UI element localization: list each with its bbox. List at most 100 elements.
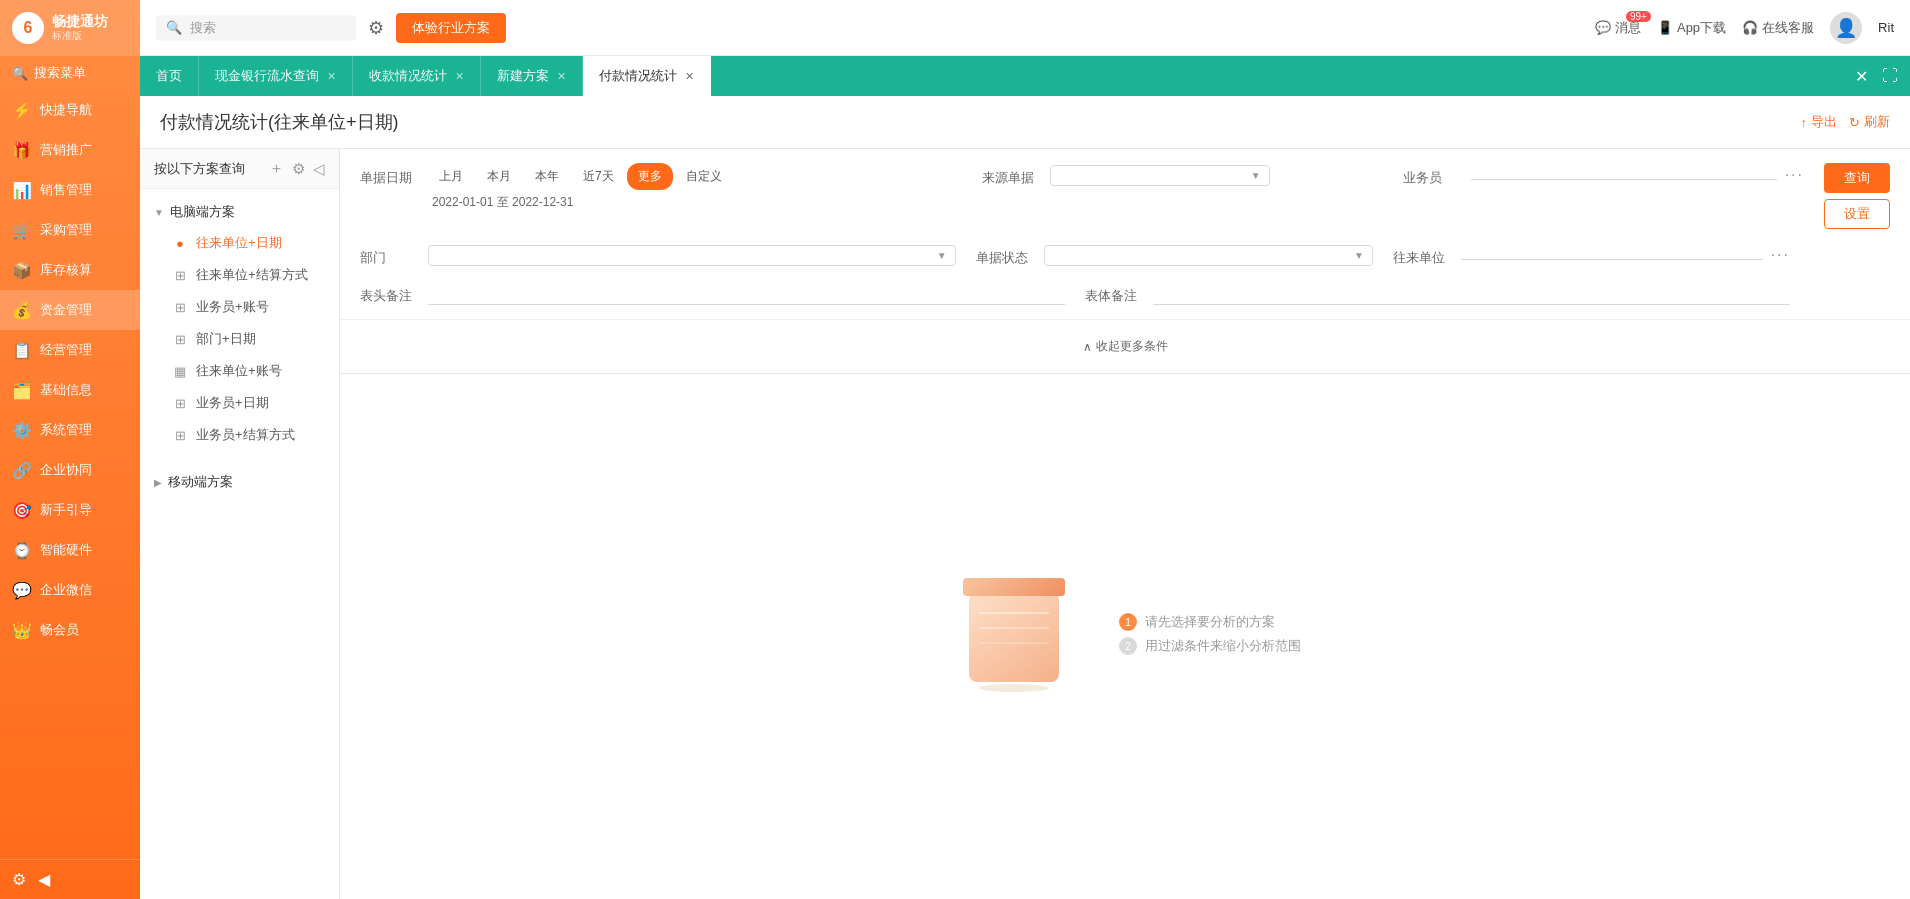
tab-payment[interactable]: 付款情况统计 ✕ (583, 56, 711, 96)
sidebar-item-wechat[interactable]: 💬 企业微信 (0, 570, 140, 610)
scheme-item-salesperson-date[interactable]: ⊞ 业务员+日期 (140, 387, 339, 419)
scheme-settings-icon[interactable]: ⚙ (292, 160, 305, 178)
tab-close-bank-flow[interactable]: ✕ (327, 70, 336, 83)
date-btn-this-month[interactable]: 本月 (476, 163, 522, 190)
app-icon: 📱 (1657, 20, 1673, 35)
enterprise-icon: 🔗 (12, 460, 32, 480)
topbar-settings-icon[interactable]: ⚙ (368, 17, 384, 39)
scheme-item-bar-icon: ▦ (172, 363, 188, 379)
sidebar-item-purchase[interactable]: 🛒 采购管理 (0, 210, 140, 250)
sidebar-item-sales[interactable]: 📊 销售管理 (0, 170, 140, 210)
topbar-search[interactable]: 🔍 搜索 (156, 15, 356, 41)
tab-expand-icon[interactable]: ⛶ (1878, 63, 1902, 89)
sidebar-settings-icon[interactable]: ⚙ (12, 870, 26, 889)
scheme-panel-title: 按以下方案查询 (154, 160, 245, 178)
tab-close-payment[interactable]: ✕ (685, 70, 694, 83)
dept-select[interactable]: ▼ (428, 245, 956, 266)
app-download-button[interactable]: 📱 App下载 (1657, 19, 1726, 37)
date-btn-7days[interactable]: 近7天 (572, 163, 625, 190)
status-select[interactable]: ▼ (1044, 245, 1373, 266)
collapse-row: ∧ 收起更多条件 (340, 319, 1910, 373)
data-area: 单据日期 上月 本月 本年 近7天 更多 自定义 20 (340, 149, 1910, 899)
scheme-collapse-icon[interactable]: ◁ (313, 160, 325, 178)
scheme-item-salesperson-settlement[interactable]: ⊞ 业务员+结算方式 (140, 419, 339, 451)
salesperson-input[interactable] (1471, 171, 1777, 180)
operations-icon: 📋 (12, 340, 32, 360)
empty-hint-2: 2 用过滤条件来缩小分析范围 (1119, 637, 1301, 655)
user-avatar[interactable]: 👤 (1830, 12, 1862, 44)
collapse-button[interactable]: ∧ 收起更多条件 (1083, 330, 1168, 363)
table-header-input[interactable] (428, 281, 1065, 305)
support-icon: 🎧 (1742, 20, 1758, 35)
pc-group-header[interactable]: ▼ 电脑端方案 (140, 197, 339, 227)
guide-icon: 🎯 (12, 500, 32, 520)
content-body: 按以下方案查询 ＋ ⚙ ◁ ▼ 电脑端方案 ● 往来单位+日期 ⊞ (140, 149, 1910, 899)
tab-collection[interactable]: 收款情况统计 ✕ (353, 56, 481, 96)
source-select[interactable]: ▼ (1050, 165, 1270, 186)
scheme-item-dept-date[interactable]: ⊞ 部门+日期 (140, 323, 339, 355)
hint-num-2: 2 (1119, 637, 1137, 655)
tab-close-collection[interactable]: ✕ (455, 70, 464, 83)
table-body-input[interactable] (1153, 281, 1790, 305)
scheme-item-grid-icon-4: ⊞ (172, 395, 188, 411)
hardware-icon: ⌚ (12, 540, 32, 560)
tab-close-new-scheme[interactable]: ✕ (557, 70, 566, 83)
topbar-search-icon: 🔍 (166, 20, 182, 35)
sidebar-item-system[interactable]: ⚙️ 系统管理 (0, 410, 140, 450)
scheme-item-grid-icon-2: ⊞ (172, 299, 188, 315)
export-button[interactable]: ↑ 导出 (1801, 113, 1838, 131)
sidebar-item-member[interactable]: 👑 畅会员 (0, 610, 140, 650)
page-title: 付款情况统计(往来单位+日期) (160, 110, 399, 134)
wechat-icon: 💬 (12, 580, 32, 600)
sidebar-item-marketing[interactable]: 🎁 营销推广 (0, 130, 140, 170)
mobile-group-header[interactable]: ▶ 移动端方案 (140, 467, 339, 497)
sidebar-item-guide[interactable]: 🎯 新手引导 (0, 490, 140, 530)
scheme-add-icon[interactable]: ＋ (269, 159, 284, 178)
tab-close-all-icon[interactable]: ✕ (1851, 63, 1872, 90)
sidebar-item-operations[interactable]: 📋 经营管理 (0, 330, 140, 370)
sidebar-item-hardware[interactable]: ⌚ 智能硬件 (0, 530, 140, 570)
empty-hints: 1 请先选择要分析的方案 2 用过滤条件来缩小分析范围 (1119, 613, 1301, 661)
online-support-button[interactable]: 🎧 在线客服 (1742, 19, 1814, 37)
date-btn-custom[interactable]: 自定义 (675, 163, 733, 190)
salesperson-dots-icon[interactable]: ··· (1785, 166, 1804, 184)
scheme-item-grid-icon-1: ⊞ (172, 267, 188, 283)
dept-arrow-icon: ▼ (937, 250, 947, 261)
sidebar-item-quick-nav[interactable]: ⚡ 快捷导航 (0, 90, 140, 130)
sidebar-collapse-icon[interactable]: ◀ (38, 870, 50, 889)
message-button[interactable]: 💬 消息 99+ (1595, 19, 1641, 37)
date-btn-this-year[interactable]: 本年 (524, 163, 570, 190)
tabbar: 首页 现金银行流水查询 ✕ 收款情况统计 ✕ 新建方案 ✕ 付款情况统计 ✕ ✕… (140, 56, 1910, 96)
counterparty-dots-icon[interactable]: ··· (1771, 246, 1790, 264)
scheme-panel-header: 按以下方案查询 ＋ ⚙ ◁ (140, 149, 339, 189)
scheme-item-counterparty-date[interactable]: ● 往来单位+日期 (140, 227, 339, 259)
user-name[interactable]: Rit (1878, 20, 1894, 35)
sidebar-item-basic-info[interactable]: 🗂️ 基础信息 (0, 370, 140, 410)
query-buttons: 查询 设置 (1824, 163, 1890, 229)
tab-new-scheme[interactable]: 新建方案 ✕ (481, 56, 583, 96)
settings-button[interactable]: 设置 (1824, 199, 1890, 229)
source-arrow-icon: ▼ (1251, 170, 1261, 181)
logo-icon: 6 (12, 12, 44, 44)
scheme-item-salesperson-account[interactable]: ⊞ 业务员+账号 (140, 291, 339, 323)
status-arrow-icon: ▼ (1354, 250, 1364, 261)
refresh-button[interactable]: ↻ 刷新 (1849, 113, 1890, 131)
counterparty-input[interactable] (1461, 251, 1763, 260)
sidebar-item-finance[interactable]: 💰 资金管理 (0, 290, 140, 330)
sidebar-item-inventory[interactable]: 📦 库存核算 (0, 250, 140, 290)
date-btn-last-month[interactable]: 上月 (428, 163, 474, 190)
trial-button[interactable]: 体验行业方案 (396, 13, 506, 43)
source-label: 来源单据 (982, 163, 1042, 187)
topbar-right: 💬 消息 99+ 📱 App下载 🎧 在线客服 👤 Rit (1595, 12, 1894, 44)
scheme-item-counterparty-settlement[interactable]: ⊞ 往来单位+结算方式 (140, 259, 339, 291)
query-button[interactable]: 查询 (1824, 163, 1890, 193)
topbar: 🔍 搜索 ⚙ 体验行业方案 💬 消息 99+ 📱 App下载 🎧 在线客服 👤 … (140, 0, 1910, 56)
sidebar-item-enterprise[interactable]: 🔗 企业协同 (0, 450, 140, 490)
scheme-item-counterparty-account[interactable]: ▦ 往来单位+账号 (140, 355, 339, 387)
tab-bank-flow[interactable]: 现金银行流水查询 ✕ (199, 56, 353, 96)
sidebar-search-menu[interactable]: 🔍 搜索菜单 (0, 56, 140, 90)
sidebar: 6 畅捷通坊 标准版 🔍 搜索菜单 ⚡ 快捷导航 🎁 营销推广 📊 销售管理 🛒… (0, 0, 140, 899)
date-btn-more[interactable]: 更多 (627, 163, 673, 190)
tab-home[interactable]: 首页 (140, 56, 199, 96)
basic-info-icon: 🗂️ (12, 380, 32, 400)
